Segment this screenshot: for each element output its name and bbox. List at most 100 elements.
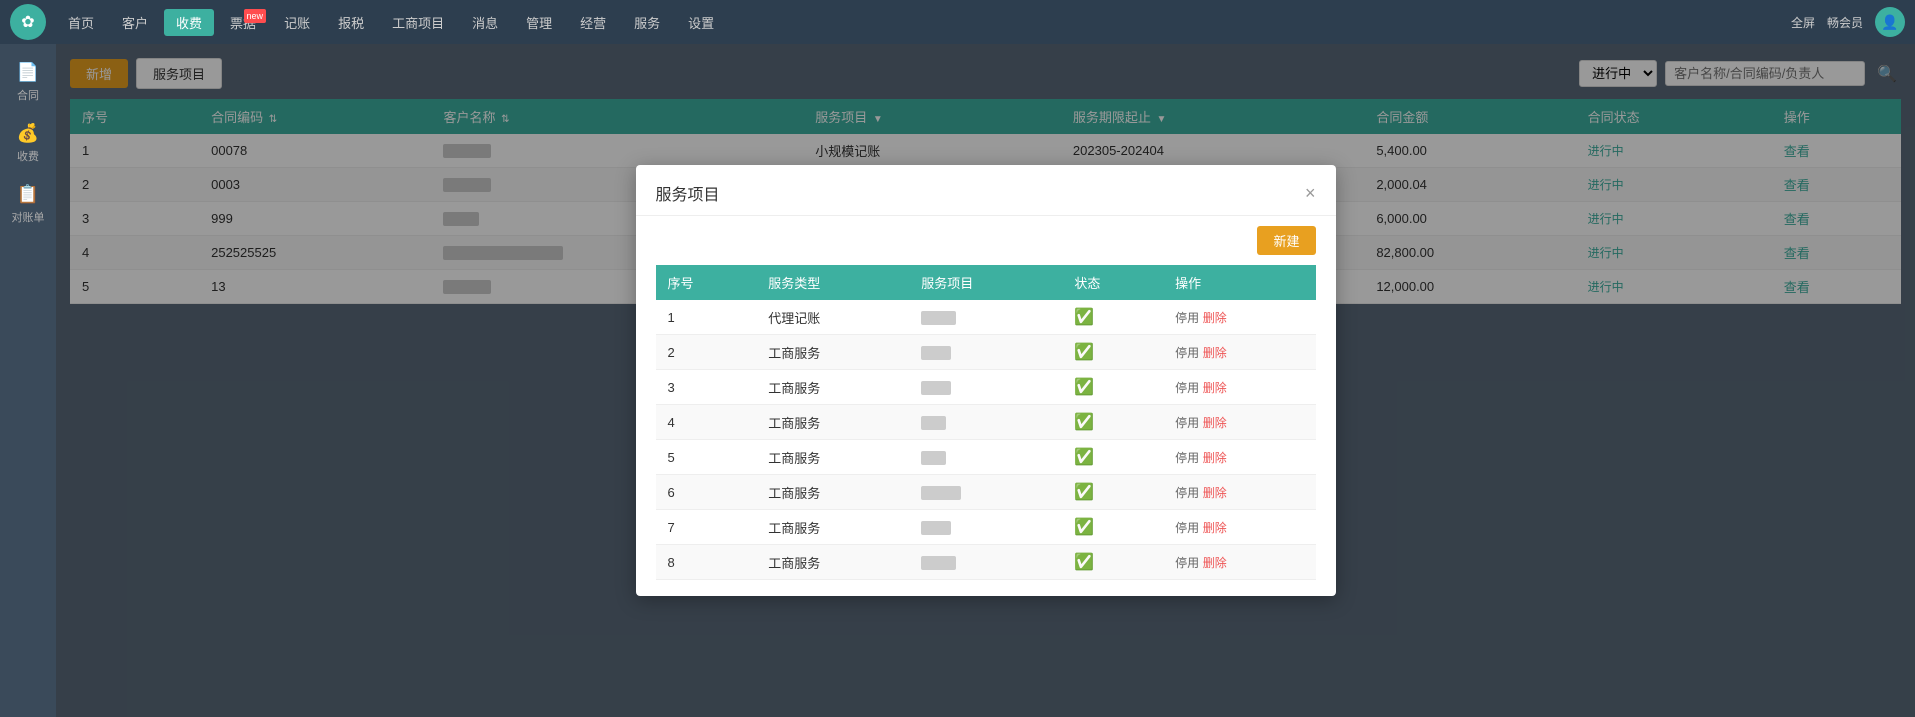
- stop-button[interactable]: 停用: [1175, 484, 1199, 501]
- sidebar-icon: 📄: [17, 62, 39, 83]
- avatar[interactable]: 👤: [1875, 7, 1905, 37]
- status-check-icon: ✅: [1074, 309, 1094, 326]
- dialog-header: 服务项目 ×: [636, 165, 1336, 216]
- cell-no: 3: [656, 370, 757, 405]
- col-status: 状态: [1062, 265, 1163, 300]
- nav-item-gongshang[interactable]: 工商项目: [380, 9, 456, 36]
- cell-no: 1: [656, 300, 757, 335]
- delete-button[interactable]: 删除: [1203, 519, 1227, 536]
- sidebar-item-shoufei[interactable]: 💰 收费: [4, 115, 52, 172]
- cell-type: 工商服务: [756, 405, 909, 440]
- nav-item-guanli[interactable]: 管理: [514, 9, 564, 36]
- cell-type: 代理记账: [756, 300, 909, 335]
- cell-item: ████1: [909, 300, 1062, 335]
- main-layout: 📄 合同 💰 收费 📋 对账单 新增 服务项目 进行中全部已终止 🔍 序号 合同编码 ⇅ …: [0, 44, 1915, 717]
- top-nav: ✿ 首页客户收费票据new记账报税工商项目消息管理经营服务设置 全屏 畅会员 👤: [0, 0, 1915, 44]
- status-check-icon: ✅: [1074, 484, 1094, 501]
- cell-type: 工商服务: [756, 335, 909, 370]
- cell-actions: 停用 删除: [1163, 300, 1315, 335]
- status-check-icon: ✅: [1074, 379, 1094, 396]
- cell-actions: 停用 删除: [1163, 475, 1315, 510]
- delete-button[interactable]: 删除: [1203, 554, 1227, 571]
- table-row: 8 工商服务 ███注册 ✅ 停用 删除: [656, 545, 1316, 580]
- content-area: 新增 服务项目 进行中全部已终止 🔍 序号 合同编码 ⇅ 客户名称 ⇅ 服务项目…: [56, 44, 1915, 717]
- cell-item: ████: [909, 335, 1062, 370]
- nav-item-shezhi[interactable]: 设置: [676, 9, 726, 36]
- nav-item-fuwu[interactable]: 服务: [622, 9, 672, 36]
- cell-status: ✅: [1062, 510, 1163, 545]
- dialog-title: 服务项目: [656, 181, 720, 205]
- service-items-table: 序号 服务类型 服务项目 状态 操作 1 代理记账 ████1 ✅ 停用 删除: [656, 265, 1316, 580]
- table-row: 4 工商服务 ███ ✅ 停用 删除: [656, 405, 1316, 440]
- sidebar-icon: 💰: [17, 123, 39, 144]
- cell-type: 工商服务: [756, 440, 909, 475]
- cell-actions: 停用 删除: [1163, 510, 1315, 545]
- member-label[interactable]: 畅会员: [1827, 14, 1863, 31]
- stop-button[interactable]: 停用: [1175, 309, 1199, 326]
- delete-button[interactable]: 删除: [1203, 484, 1227, 501]
- cell-item: ███: [909, 440, 1062, 475]
- cell-actions: 停用 删除: [1163, 335, 1315, 370]
- status-check-icon: ✅: [1074, 519, 1094, 536]
- cell-type: 工商服务: [756, 370, 909, 405]
- col-type: 服务类型: [756, 265, 909, 300]
- sidebar-item-hetong[interactable]: 📄 合同: [4, 54, 52, 111]
- cell-no: 5: [656, 440, 757, 475]
- modal-overlay: 服务项目 × 新建 序号 服务类型 服务项目 状态: [56, 44, 1915, 717]
- sidebar: 📄 合同 💰 收费 📋 对账单: [0, 44, 56, 717]
- cell-type: 工商服务: [756, 475, 909, 510]
- cell-actions: 停用 删除: [1163, 545, 1315, 580]
- sidebar-label: 对账单: [12, 209, 45, 225]
- nav-item-shoufei[interactable]: 收费: [164, 9, 214, 36]
- nav-item-customer[interactable]: 客户: [110, 9, 160, 36]
- sidebar-icon: 📋: [17, 184, 39, 205]
- dialog-add-button[interactable]: 新建: [1257, 226, 1315, 255]
- status-check-icon: ✅: [1074, 344, 1094, 361]
- col-item: 服务项目: [909, 265, 1062, 300]
- table-row: 5 工商服务 ███ ✅ 停用 删除: [656, 440, 1316, 475]
- cell-status: ✅: [1062, 300, 1163, 335]
- cell-actions: 停用 删除: [1163, 370, 1315, 405]
- cell-no: 2: [656, 335, 757, 370]
- service-dialog: 服务项目 × 新建 序号 服务类型 服务项目 状态: [636, 165, 1336, 596]
- cell-no: 6: [656, 475, 757, 510]
- nav-item-xiaoxi[interactable]: 消息: [460, 9, 510, 36]
- cell-item: ███: [909, 405, 1062, 440]
- nav-item-jizhang[interactable]: 记账: [272, 9, 322, 36]
- cell-item: ██████: [909, 475, 1062, 510]
- nav-item-jingying[interactable]: 经营: [568, 9, 618, 36]
- status-check-icon: ✅: [1074, 554, 1094, 571]
- delete-button[interactable]: 删除: [1203, 309, 1227, 326]
- stop-button[interactable]: 停用: [1175, 414, 1199, 431]
- cell-actions: 停用 删除: [1163, 440, 1315, 475]
- cell-status: ✅: [1062, 335, 1163, 370]
- cell-no: 7: [656, 510, 757, 545]
- delete-button[interactable]: 删除: [1203, 379, 1227, 396]
- nav-item-baoshui[interactable]: 报税: [326, 9, 376, 36]
- dialog-table-header: 序号 服务类型 服务项目 状态 操作: [656, 265, 1316, 300]
- cell-type: 工商服务: [756, 545, 909, 580]
- delete-button[interactable]: 删除: [1203, 414, 1227, 431]
- cell-no: 8: [656, 545, 757, 580]
- dialog-content: 序号 服务类型 服务项目 状态 操作 1 代理记账 ████1 ✅ 停用 删除: [636, 265, 1336, 596]
- fullscreen-label[interactable]: 全屏: [1791, 14, 1815, 31]
- cell-status: ✅: [1062, 440, 1163, 475]
- cell-item: ████: [909, 370, 1062, 405]
- stop-button[interactable]: 停用: [1175, 449, 1199, 466]
- sidebar-label: 收费: [17, 148, 39, 164]
- dialog-close-button[interactable]: ×: [1305, 184, 1316, 202]
- status-check-icon: ✅: [1074, 449, 1094, 466]
- delete-button[interactable]: 删除: [1203, 449, 1227, 466]
- sidebar-item-duizhangdan[interactable]: 📋 对账单: [4, 176, 52, 233]
- stop-button[interactable]: 停用: [1175, 519, 1199, 536]
- sidebar-label: 合同: [17, 87, 39, 103]
- stop-button[interactable]: 停用: [1175, 554, 1199, 571]
- stop-button[interactable]: 停用: [1175, 344, 1199, 361]
- table-row: 7 工商服务 ████ ✅ 停用 删除: [656, 510, 1316, 545]
- stop-button[interactable]: 停用: [1175, 379, 1199, 396]
- nav-item-piaoju[interactable]: 票据new: [218, 9, 268, 36]
- delete-button[interactable]: 删除: [1203, 344, 1227, 361]
- app-logo: ✿: [10, 4, 46, 40]
- new-badge: new: [244, 9, 267, 23]
- nav-item-home[interactable]: 首页: [56, 9, 106, 36]
